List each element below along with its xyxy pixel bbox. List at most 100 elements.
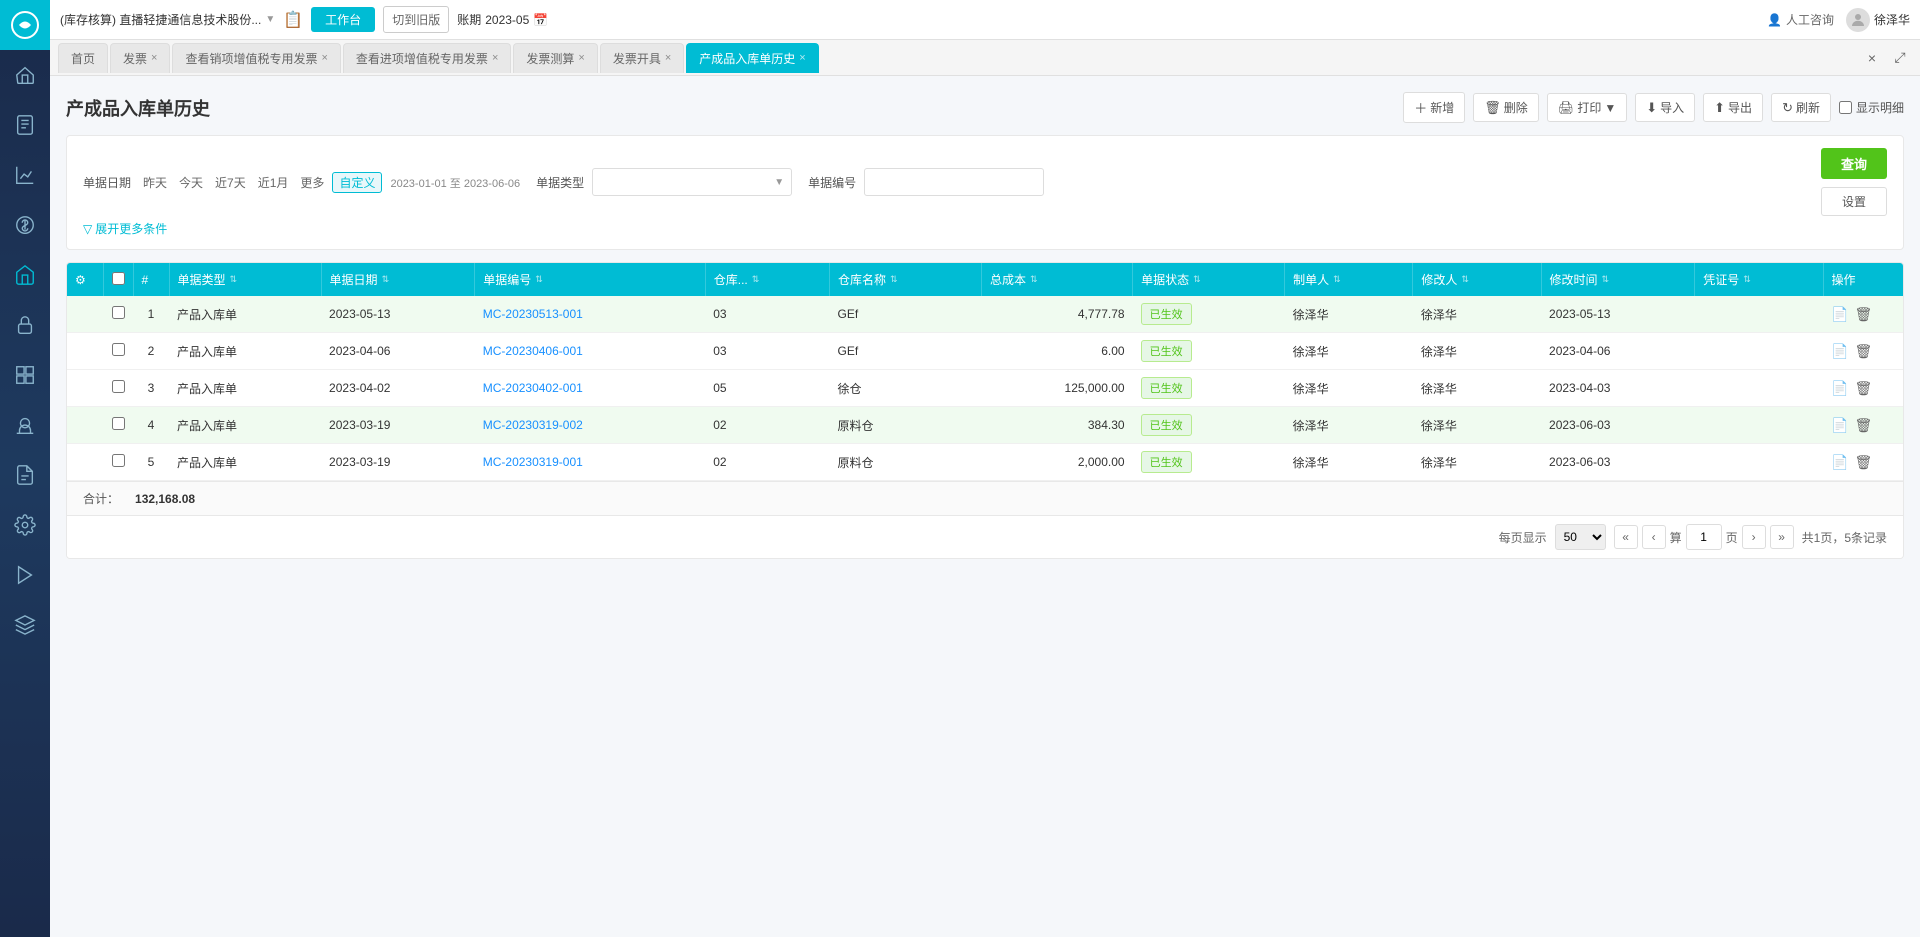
row-edit-icon[interactable]: 📄 [1831,454,1848,471]
cell-number-link[interactable]: MC-20230513-001 [483,307,583,321]
expand-filter[interactable]: ▽ 展开更多条件 [83,220,1887,237]
cell-status: 已生效 [1133,370,1285,407]
sidebar-item-play[interactable] [0,550,50,600]
doc-icon[interactable]: 📋 [283,10,303,30]
setting-button[interactable]: 设置 [1821,187,1887,216]
type-filter-label: 单据类型 [536,174,584,191]
row-delete-icon[interactable]: 🗑 [1854,454,1872,471]
row-checkbox-2[interactable] [112,380,125,393]
th-creator[interactable]: 制单人 ⇅ [1285,263,1413,296]
row-edit-icon[interactable]: 📄 [1831,417,1848,434]
th-total-cost[interactable]: 总成本 ⇅ [982,263,1133,296]
page-next-button[interactable]: › [1742,525,1766,549]
row-delete-icon[interactable]: 🗑 [1854,306,1872,323]
th-voucher[interactable]: 凭证号 ⇅ [1695,263,1823,296]
print-button[interactable]: 🖨 打印 ▼ [1547,93,1627,122]
select-all-checkbox[interactable] [112,272,125,285]
import-button[interactable]: ⬇ 导入 [1635,93,1695,122]
cell-type: 产品入库单 [169,444,321,481]
cell-number: MC-20230406-001 [475,333,706,370]
row-checkbox-3[interactable] [112,417,125,430]
th-warehouse-name[interactable]: 仓库名称 ⇅ [829,263,981,296]
th-settings[interactable]: ⚙ [67,263,103,296]
tab-invoice-calc-close[interactable]: × [578,52,584,64]
row-checkbox-0[interactable] [112,306,125,319]
number-filter-input[interactable] [864,168,1044,196]
sidebar-item-home[interactable] [0,50,50,100]
shortcut-1month[interactable]: 近1月 [254,173,293,192]
sidebar-item-warehouse[interactable] [0,250,50,300]
page-prev-button[interactable]: ‹ [1642,525,1666,549]
tab-purchase-vat[interactable]: 查看进项增值税专用发票 × [343,43,511,73]
tab-invoice-issue-close[interactable]: × [665,52,671,64]
calendar-icon[interactable]: 📅 [533,13,548,27]
page-first-button[interactable]: « [1614,525,1638,549]
row-edit-icon[interactable]: 📄 [1831,306,1848,323]
th-warehouse-code[interactable]: 仓库... ⇅ [705,263,829,296]
cell-number-link[interactable]: MC-20230319-001 [483,455,583,469]
shortcut-7days[interactable]: 近7天 [211,173,250,192]
th-status[interactable]: 单据状态 ⇅ [1133,263,1285,296]
topbar: (库存核算) 直播轻捷通信息技术股份... ▼ 📋 工作台 切到旧版 账期 20… [50,0,1920,40]
shortcut-more[interactable]: 更多 [296,173,328,192]
th-creator-label: 制单人 [1293,271,1329,288]
logo[interactable] [0,0,50,50]
export-button[interactable]: ⬆ 导出 [1703,93,1763,122]
service-button[interactable]: 👤 人工咨询 [1767,11,1834,28]
cell-number-link[interactable]: MC-20230402-001 [483,381,583,395]
tab-fullscreen[interactable]: ⤢ [1888,46,1912,70]
sidebar-item-lock[interactable] [0,300,50,350]
tab-sales-vat[interactable]: 查看销项增值税专用发票 × [172,43,340,73]
tab-invoice-close[interactable]: × [151,52,157,64]
th-type[interactable]: 单据类型 ⇅ [169,263,321,296]
date-filter-label: 单据日期 [83,174,131,191]
old-version-button[interactable]: 切到旧版 [383,6,449,33]
show-detail-checkbox[interactable] [1839,101,1852,114]
delete-button[interactable]: 🗑 删除 [1473,93,1539,122]
user-info[interactable]: 徐泽华 [1846,8,1910,32]
tab-purchase-vat-close[interactable]: × [492,52,498,64]
type-select[interactable] [592,168,792,196]
shortcut-today[interactable]: 今天 [175,173,207,192]
tab-product-inbound[interactable]: 产成品入库单历史 × [686,43,818,73]
page-size-select[interactable]: 50 100 200 [1555,524,1606,550]
sidebar-item-settings[interactable] [0,500,50,550]
th-number[interactable]: 单据编号 ⇅ [475,263,706,296]
sidebar-item-document[interactable] [0,100,50,150]
shortcut-yesterday[interactable]: 昨天 [139,173,171,192]
workspace-button[interactable]: 工作台 [311,7,375,32]
page-last-button[interactable]: » [1770,525,1794,549]
tab-invoice-issue[interactable]: 发票开具 × [600,43,684,73]
new-button[interactable]: ＋ 新增 [1403,92,1465,123]
tab-product-inbound-close[interactable]: × [799,52,805,64]
row-edit-icon[interactable]: 📄 [1831,380,1848,397]
tab-close-all[interactable]: × [1860,46,1884,70]
tab-invoice[interactable]: 发票 × [110,43,170,73]
sidebar-item-chart[interactable] [0,150,50,200]
sidebar-item-grid[interactable] [0,350,50,400]
page-number-input[interactable] [1686,524,1722,550]
row-delete-icon[interactable]: 🗑 [1854,343,1872,360]
cell-number-link[interactable]: MC-20230406-001 [483,344,583,358]
row-delete-icon[interactable]: 🗑 [1854,380,1872,397]
sidebar-item-finance[interactable] [0,200,50,250]
sidebar-item-report[interactable] [0,450,50,500]
tab-home[interactable]: 首页 [58,43,108,73]
tab-sales-vat-close[interactable]: × [321,52,327,64]
query-button[interactable]: 查询 [1821,148,1887,179]
company-selector[interactable]: (库存核算) 直播轻捷通信息技术股份... ▼ [60,11,275,28]
row-edit-icon[interactable]: 📄 [1831,343,1848,360]
refresh-button[interactable]: ↻ 刷新 [1771,93,1831,122]
sidebar-item-stamp[interactable] [0,400,50,450]
th-modify-time[interactable]: 修改时间 ⇅ [1541,263,1695,296]
row-checkbox-1[interactable] [112,343,125,356]
th-date[interactable]: 单据日期 ⇅ [321,263,475,296]
th-modifier[interactable]: 修改人 ⇅ [1413,263,1541,296]
row-checkbox-4[interactable] [112,454,125,467]
row-delete-icon[interactable]: 🗑 [1854,417,1872,434]
tab-invoice-calc[interactable]: 发票测算 × [513,43,597,73]
cell-total-cost: 6.00 [982,333,1133,370]
cell-number-link[interactable]: MC-20230319-002 [483,418,583,432]
sidebar-item-version[interactable] [0,600,50,650]
shortcut-custom[interactable]: 自定义 [332,172,382,193]
